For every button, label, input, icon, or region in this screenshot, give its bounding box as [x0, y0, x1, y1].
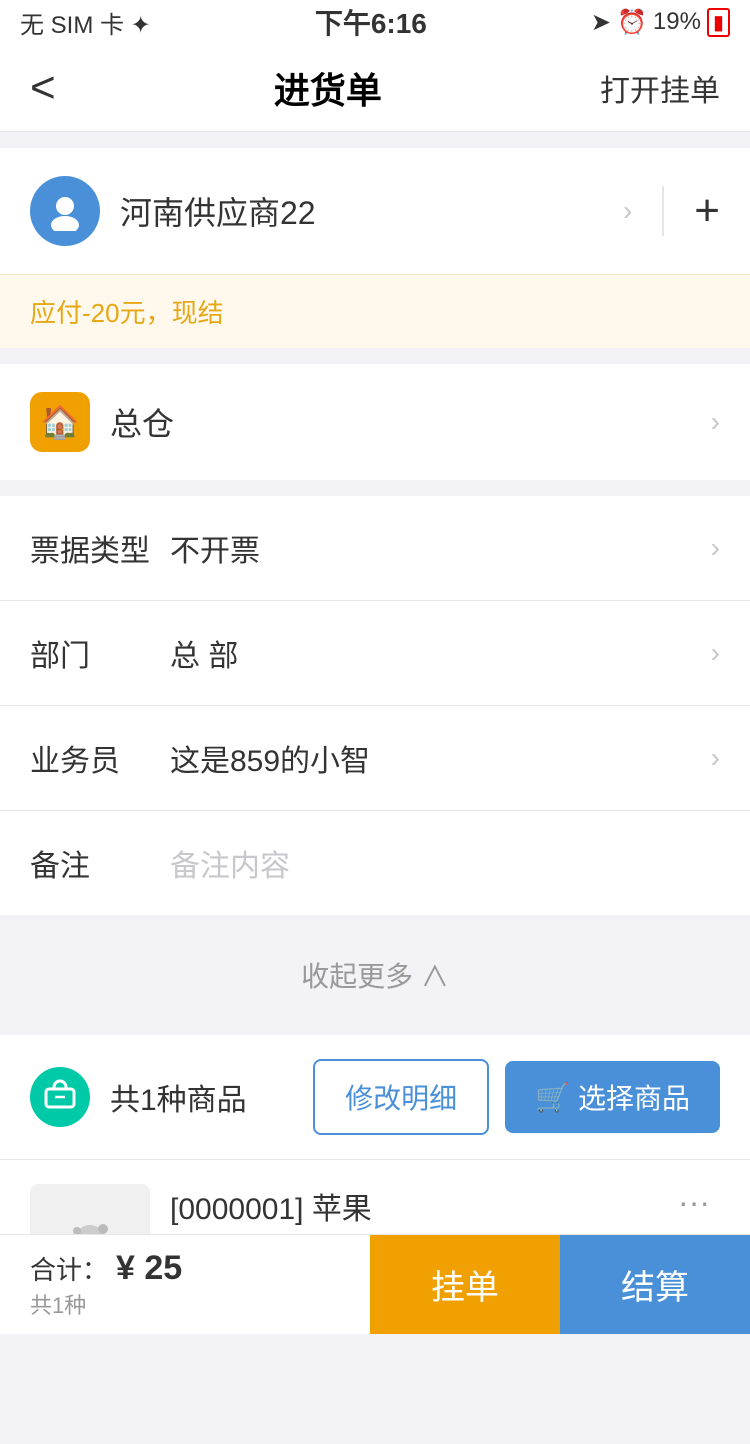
- notes-label: 备注: [30, 841, 170, 885]
- status-left: 无 SIM 卡 ✦: [20, 5, 151, 40]
- select-product-button[interactable]: 🛒 选择商品: [505, 1061, 720, 1133]
- warehouse-name: 总仓: [110, 399, 711, 445]
- warehouse-icon: 🏠: [30, 392, 90, 452]
- products-icon: [30, 1067, 90, 1127]
- status-bar: 无 SIM 卡 ✦ 下午6:16 ➤ ⏰ 19% ▮: [0, 0, 750, 44]
- alarm-icon: ⏰: [617, 8, 647, 37]
- add-button[interactable]: +: [694, 189, 720, 233]
- footer: 合计： ¥ 25 共1种 挂单 结算: [0, 1234, 750, 1334]
- department-value: 总 部: [170, 631, 711, 675]
- invoice-type-chevron-icon: ›: [711, 532, 720, 564]
- sim-text: 无 SIM 卡 ✦: [20, 5, 151, 40]
- invoice-type-row[interactable]: 票据类型 不开票 ›: [0, 496, 750, 601]
- supplier-avatar: [30, 176, 100, 246]
- form-section: 票据类型 不开票 › 部门 总 部 › 业务员 这是859的小智 › 备注 备注…: [0, 496, 750, 915]
- separator-2: [0, 1019, 750, 1035]
- page-title: 进货单: [274, 62, 382, 114]
- collapse-button[interactable]: 收起更多 ∧: [0, 931, 750, 1019]
- warehouse-chevron-icon: ›: [711, 406, 720, 438]
- user-icon: [45, 191, 85, 231]
- back-button[interactable]: <: [30, 66, 56, 110]
- sales-rep-row[interactable]: 业务员 这是859的小智 ›: [0, 706, 750, 811]
- notes-row[interactable]: 备注 备注内容: [0, 811, 750, 915]
- department-label: 部门: [30, 631, 170, 675]
- total-label: 合计：: [30, 1250, 108, 1287]
- department-row[interactable]: 部门 总 部 ›: [0, 601, 750, 706]
- select-product-icon: 🛒: [535, 1081, 570, 1114]
- cart-icon: [42, 1079, 78, 1115]
- product-code: [0000001]: [170, 1193, 303, 1226]
- select-product-label: 选择商品: [578, 1077, 690, 1117]
- warehouse-section: 🏠 总仓 ›: [0, 364, 750, 480]
- notice-bar: 应付-20元，现结: [0, 274, 750, 348]
- sales-rep-value: 这是859的小智: [170, 736, 711, 780]
- invoice-type-label: 票据类型: [30, 526, 170, 570]
- supplier-chevron-icon: ›: [623, 195, 632, 227]
- supplier-row[interactable]: 河南供应商22 › +: [0, 148, 750, 274]
- supplier-section: 河南供应商22 › + 应付-20元，现结: [0, 148, 750, 348]
- status-right: ➤ ⏰ 19% ▮: [591, 8, 730, 37]
- sales-rep-chevron-icon: ›: [711, 742, 720, 774]
- pending-button[interactable]: 挂单: [370, 1235, 560, 1334]
- separator-1: [0, 132, 750, 148]
- supplier-divider: [662, 186, 664, 236]
- total-sub: 共1种: [30, 1288, 340, 1320]
- battery-text: 19%: [653, 8, 701, 36]
- edit-detail-button[interactable]: 修改明细: [313, 1059, 489, 1135]
- open-pending-button[interactable]: 打开挂单: [600, 66, 720, 110]
- warehouse-row[interactable]: 🏠 总仓 ›: [0, 364, 750, 480]
- footer-total: 合计： ¥ 25 共1种: [0, 1235, 370, 1334]
- footer-spacer: [0, 1344, 750, 1444]
- invoice-type-value: 不开票: [170, 526, 711, 570]
- products-header: 共1种商品 修改明细 🛒 选择商品: [0, 1035, 750, 1160]
- nav-bar: < 进货单 打开挂单: [0, 44, 750, 132]
- more-options-button[interactable]: ···: [668, 1184, 720, 1221]
- total-amount: ¥ 25: [116, 1249, 182, 1288]
- supplier-name: 河南供应商22: [120, 188, 623, 234]
- product-title: 苹果: [312, 1193, 372, 1226]
- location-icon: ➤: [591, 8, 611, 37]
- battery-icon: ▮: [707, 8, 730, 37]
- sales-rep-label: 业务员: [30, 736, 170, 780]
- product-name: [0000001] 苹果: [170, 1184, 668, 1228]
- status-time: 下午6:16: [315, 2, 427, 42]
- department-chevron-icon: ›: [711, 637, 720, 669]
- settle-button[interactable]: 结算: [560, 1235, 750, 1334]
- notes-placeholder[interactable]: 备注内容: [170, 841, 720, 885]
- products-count: 共1种商品: [110, 1075, 313, 1119]
